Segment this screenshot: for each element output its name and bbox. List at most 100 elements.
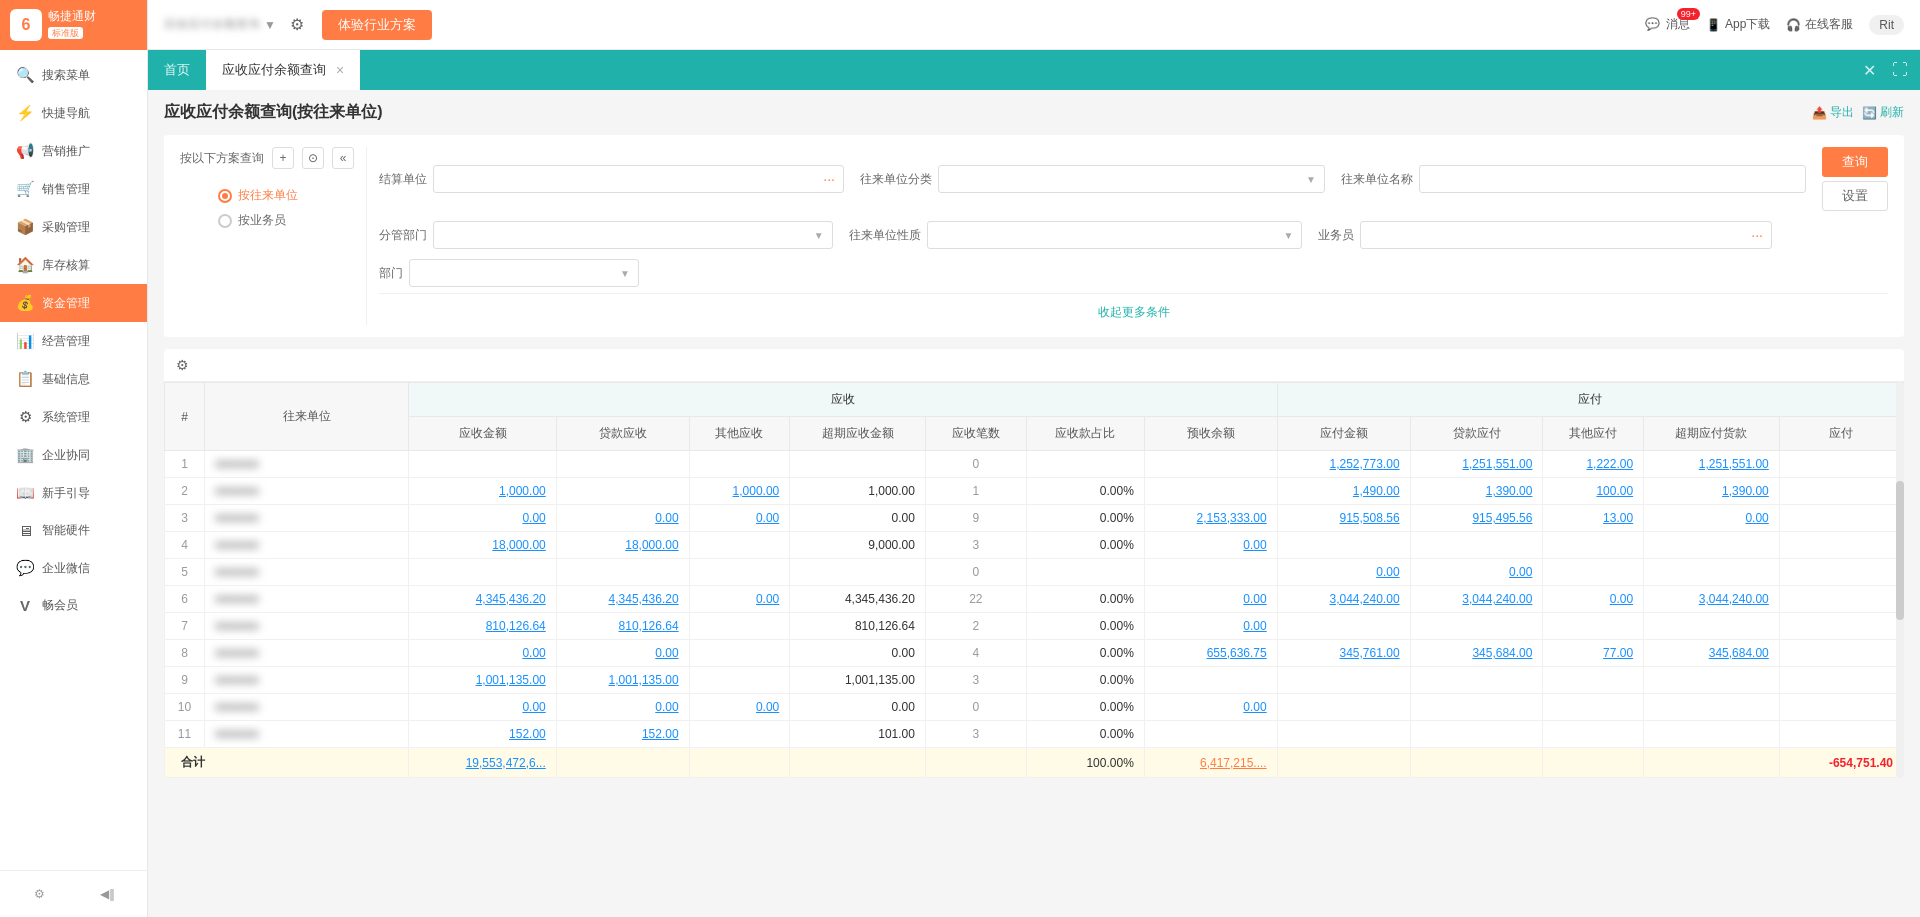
list-icon: 📋 (16, 370, 34, 388)
sidebar-item-guide[interactable]: 📖 新手引导 (0, 474, 147, 512)
messages-icon: 💬 (1645, 17, 1660, 31)
sidebar-item-hardware[interactable]: 🖥 智能硬件 (0, 512, 147, 549)
col-receivable-ratio: 应收款占比 (1026, 417, 1144, 451)
logo-area: 6 畅捷通财 标准版 (0, 0, 147, 50)
tab-bar-actions: ✕ ⛶ (1859, 57, 1920, 84)
refresh-button[interactable]: 🔄 刷新 (1862, 104, 1904, 121)
online-service[interactable]: 🎧 在线客服 (1786, 16, 1853, 33)
table-row: 8■■■■■■0.000.000.0040.00%655,636.75345,7… (165, 640, 1904, 667)
sidebar-item-member[interactable]: V 畅会员 (0, 587, 147, 624)
sidebar-item-basicinfo[interactable]: 📋 基础信息 (0, 360, 147, 398)
user-avatar[interactable]: Rit (1869, 15, 1904, 35)
unit-name-input[interactable] (1419, 165, 1806, 193)
department-select[interactable]: ▼ (409, 259, 639, 287)
book-icon: 📖 (16, 484, 34, 502)
cart-icon: 🛒 (16, 180, 34, 198)
filter-collapse-button[interactable]: « (332, 147, 354, 169)
sidebar-item-search[interactable]: 🔍 搜索菜单 (0, 56, 147, 94)
sidebar-item-purchase[interactable]: 📦 采购管理 (0, 208, 147, 246)
sidebar-item-wechat[interactable]: 💬 企业微信 (0, 549, 147, 587)
box-icon: 📦 (16, 218, 34, 236)
query-button[interactable]: 查询 (1822, 147, 1888, 177)
sidebar-item-system[interactable]: ⚙ 系统管理 (0, 398, 147, 436)
salesperson-dots[interactable]: ··· (1751, 227, 1763, 243)
sidebar-settings-button[interactable]: ⚙ (10, 881, 70, 907)
col-payable-suffix: 应付 (1779, 417, 1903, 451)
breadcrumb-arrow[interactable]: ▼ (264, 18, 276, 32)
unit-nature-select[interactable]: ▼ (927, 221, 1303, 249)
partner-name: ■■■■■■ (205, 505, 409, 532)
tab-active[interactable]: 应收应付余额查询 × (206, 50, 360, 90)
scheme-list: 按往来单位 按业务员 (180, 179, 354, 241)
sidebar-item-inventory[interactable]: 🏠 库存核算 (0, 246, 147, 284)
tab-bar: 首页 应收应付余额查询 × ✕ ⛶ (148, 50, 1920, 90)
collapse-more-button[interactable]: 收起更多条件 (379, 300, 1888, 325)
download-icon: 📱 (1706, 18, 1721, 32)
total-receivable[interactable]: 19,553,472,6... (409, 748, 556, 778)
dept-manager-arrow: ▼ (814, 230, 824, 241)
header-settings-icon[interactable]: ⚙ (290, 15, 304, 34)
col-receivable-group: 应收 (409, 383, 1277, 417)
scheme-item-partner[interactable]: 按往来单位 (210, 183, 354, 208)
tab-home[interactable]: 首页 (148, 50, 206, 90)
filter-area: 按以下方案查询 + ⊙ « 按往来单位 (164, 135, 1904, 337)
total-prepaid[interactable]: 6,417,215.... (1144, 748, 1277, 778)
dept-manager-select[interactable]: ▼ (433, 221, 833, 249)
tab-close-window-icon[interactable]: ✕ (1859, 57, 1880, 84)
table-row: 9■■■■■■1,001,135.001,001,135.001,001,135… (165, 667, 1904, 694)
sidebar-item-marketing[interactable]: 📢 营销推广 (0, 132, 147, 170)
col-index: # (165, 383, 205, 451)
monitor-icon: 🖥 (16, 522, 34, 539)
salesperson-input[interactable]: ··· (1360, 221, 1772, 249)
tab-expand-icon[interactable]: ⛶ (1888, 57, 1912, 83)
home-icon: 🏠 (16, 256, 34, 274)
partner-name: ■■■■■■ (205, 559, 409, 586)
total-label: 合计 (165, 748, 409, 778)
unit-nature-arrow: ▼ (1283, 230, 1293, 241)
col-loan-receivable: 贷款应收 (556, 417, 689, 451)
settlement-unit-input[interactable]: ··· (433, 165, 844, 193)
flash-icon: ⚡ (16, 104, 34, 122)
messages-badge[interactable]: 💬 消息 99+ (1645, 16, 1690, 33)
dept-manager-label: 分管部门 (379, 227, 427, 244)
sidebar-item-quicknav[interactable]: ⚡ 快捷导航 (0, 94, 147, 132)
partner-name: ■■■■■■ (205, 667, 409, 694)
sidebar-collapse-button[interactable]: ◀‖ (78, 881, 138, 907)
col-other-receivable: 其他应收 (689, 417, 790, 451)
logo-icon: 6 (10, 9, 42, 41)
sidebar-menu: 🔍 搜索菜单 ⚡ 快捷导航 📢 营销推广 🛒 销售管理 📦 采购管理 🏠 库存核… (0, 50, 147, 870)
table-row: 3■■■■■■0.000.000.000.0090.00%2,153,333.0… (165, 505, 1904, 532)
filter-set-button[interactable]: 设置 (1822, 181, 1888, 211)
sidebar-item-operations[interactable]: 📊 经营管理 (0, 322, 147, 360)
table-settings-icon[interactable]: ⚙ (176, 357, 189, 373)
total-overdue-payable: -654,751.40 (1779, 748, 1903, 778)
table-row: 10■■■■■■0.000.000.000.0000.00%0.00 (165, 694, 1904, 721)
tab-close-icon[interactable]: × (336, 62, 344, 78)
filter-settings-icon: ⊙ (308, 151, 318, 165)
sidebar-item-sales[interactable]: 🛒 销售管理 (0, 170, 147, 208)
top-header: 应收应付余额查询 ▼ ⚙ 体验行业方案 💬 消息 99+ 📱 App下载 🎧 在… (148, 0, 1920, 50)
scheme-item-salesperson[interactable]: 按业务员 (210, 208, 354, 233)
export-button[interactable]: 📤 导出 (1812, 104, 1854, 121)
col-receivable-count: 应收笔数 (925, 417, 1026, 451)
filter-add-button[interactable]: + (272, 147, 294, 169)
table-row: 1■■■■■■01,252,773.001,251,551.001,222.00… (165, 451, 1904, 478)
try-solution-button[interactable]: 体验行业方案 (322, 10, 432, 40)
partner-name: ■■■■■■ (205, 721, 409, 748)
unit-category-select[interactable]: ▼ (938, 165, 1325, 193)
main-content: 应收应付余额查询(按往来单位) 📤 导出 🔄 刷新 按以下方案查询 (148, 90, 1920, 917)
page-title: 应收应付余额查询(按往来单位) (164, 102, 383, 123)
logo-text: 畅捷通财 标准版 (48, 9, 96, 40)
service-icon: 🎧 (1786, 18, 1801, 32)
settlement-unit-dots[interactable]: ··· (823, 171, 835, 187)
header-right: 💬 消息 99+ 📱 App下载 🎧 在线客服 Rit (1645, 15, 1904, 35)
app-download[interactable]: 📱 App下载 (1706, 16, 1770, 33)
sidebar-item-enterprise[interactable]: 🏢 企业协同 (0, 436, 147, 474)
partner-name: ■■■■■■ (205, 478, 409, 505)
sidebar-footer: ⚙ ◀‖ (0, 870, 147, 917)
partner-name: ■■■■■■ (205, 451, 409, 478)
filter-settings-button[interactable]: ⊙ (302, 147, 324, 169)
export-icon: 📤 (1812, 106, 1827, 120)
sidebar-item-finance[interactable]: 💰 资金管理 (0, 284, 147, 322)
col-payable-amount: 应付金额 (1277, 417, 1410, 451)
